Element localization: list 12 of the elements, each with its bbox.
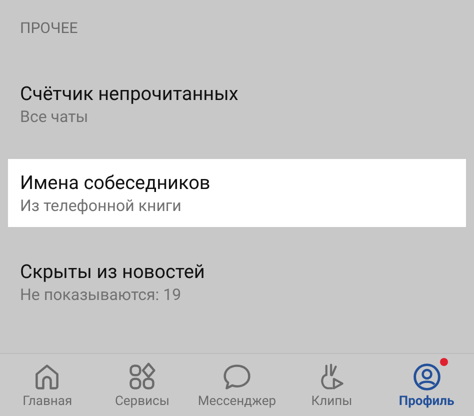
settings-item[interactable]: Счётчик непрочитанных Все чаты	[8, 70, 466, 138]
nav-tab[interactable]: Мессенджер	[190, 354, 284, 416]
nav-tab[interactable]: Профиль	[379, 354, 474, 416]
nav-tab[interactable]: Клипы	[284, 354, 380, 416]
nav-tab[interactable]: Сервисы	[94, 354, 190, 416]
settings-item[interactable]: Скрыты из новостей Не показываются: 19	[8, 248, 466, 316]
settings-item[interactable]: Имена собеседников Из телефонной книги	[8, 159, 466, 227]
grid-icon	[127, 362, 158, 392]
nav-tab[interactable]: Главная	[0, 354, 95, 416]
user-icon	[412, 362, 442, 392]
section-header: ПРОЧЕЕ	[19, 18, 79, 39]
speech-bubble-icon	[222, 362, 252, 392]
